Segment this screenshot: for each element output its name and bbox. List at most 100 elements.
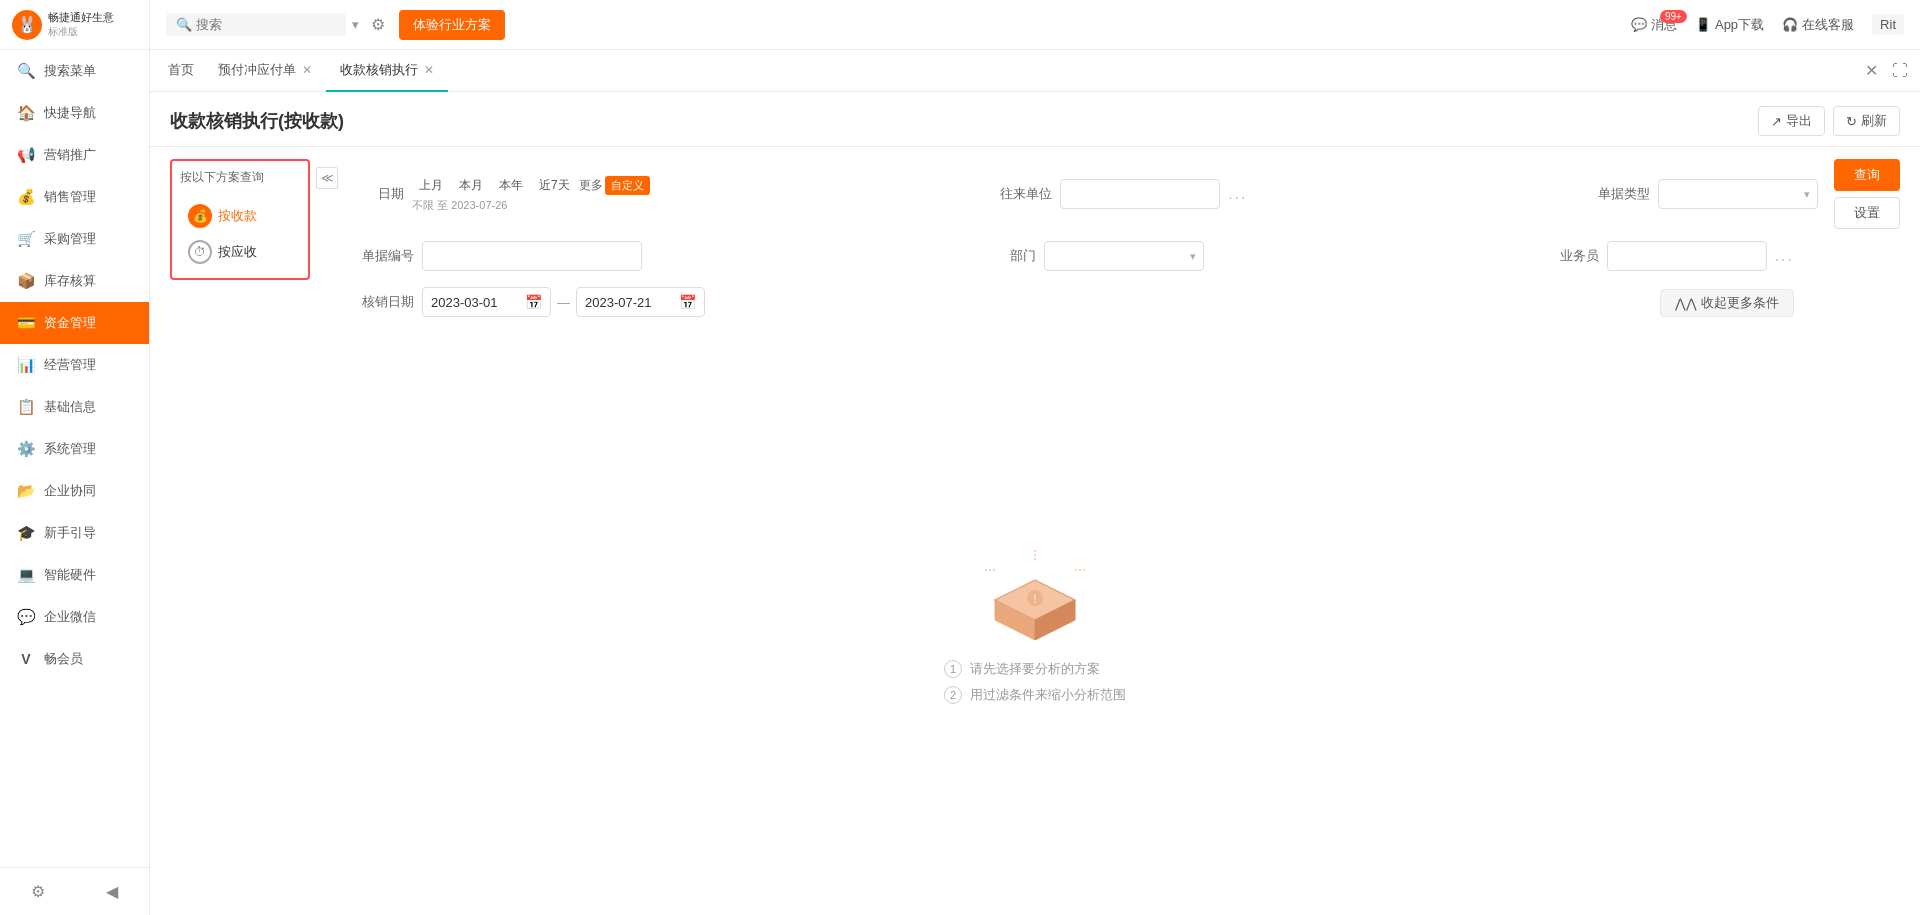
date-tab-custom[interactable]: 自定义 [605,176,650,195]
date-tab-more[interactable]: 更多 [579,177,603,194]
sidebar-item-enterprise[interactable]: 📂 企业协同 [0,470,149,512]
export-button[interactable]: ↗ 导出 [1758,106,1825,136]
date-label: 日期 [354,185,404,203]
dept-label: 部门 [986,247,1036,265]
app-download-button[interactable]: 📱 App下载 [1695,16,1764,34]
sidebar-item-fund[interactable]: 💳 资金管理 [0,302,149,344]
tab-home-label: 首页 [168,61,194,79]
date-tab-this-month[interactable]: 本月 [452,175,490,196]
tab-close-window-btn[interactable]: ✕ [1861,57,1882,84]
dept-select-wrapper [1044,241,1204,271]
empty-tip-1: 1 请先选择要分析的方案 [944,656,1126,682]
dept-select[interactable] [1044,241,1204,271]
filter-by-receivable[interactable]: ⏱ 按应收 [180,234,300,270]
date-no-limit: 不限 [412,199,434,211]
doc-type-select-wrapper [1658,179,1818,209]
message-icon: 💬 [1631,17,1647,32]
sidebar-item-quick-nav[interactable]: 🏠 快捷导航 [0,92,149,134]
writeoff-date-start-box[interactable]: 📅 [422,287,551,317]
calendar-start-icon[interactable]: 📅 [525,294,542,310]
tip-text-1: 请先选择要分析的方案 [970,656,1100,682]
setting-button[interactable]: 设置 [1834,197,1900,229]
sidebar-item-label: 快捷导航 [44,104,96,122]
filter-panel-title: 按以下方案查询 [180,169,300,190]
staff-field: 业务员 ... [1549,241,1794,271]
tab-writeoff-close-icon[interactable]: ✕ [424,63,434,77]
date-tab-last-month[interactable]: 上月 [412,175,450,196]
doc-number-input[interactable] [422,241,642,271]
tab-prepay[interactable]: 预付冲应付单 ✕ [204,50,326,92]
counterpart-input[interactable] [1060,179,1220,209]
home-icon: 🏠 [16,104,36,122]
header-gear-icon[interactable]: ⚙ [371,15,385,34]
header-search-input[interactable] [196,17,326,32]
industry-solution-button[interactable]: 体验行业方案 [399,10,505,40]
sidebar-item-inventory[interactable]: 📦 库存核算 [0,260,149,302]
logo-sub: 标准版 [48,25,114,39]
writeoff-date-end-input[interactable] [585,295,675,310]
settings-bottom-btn[interactable]: ⚙ [25,876,51,907]
filter-row-2: 单据编号 部门 业务员 [354,241,1900,271]
collapse-filter-btn[interactable]: ≪ [316,167,338,189]
date-tab-7days[interactable]: 近7天 [532,175,577,196]
more-conditions-button[interactable]: ⋀⋀ 收起更多条件 [1660,289,1794,317]
date-tab-this-year[interactable]: 本年 [492,175,530,196]
sidebar-item-label: 搜索菜单 [44,62,96,80]
dept-field: 部门 [986,241,1204,271]
staff-input[interactable] [1607,241,1767,271]
sidebar-item-sales[interactable]: 💰 销售管理 [0,176,149,218]
filter-by-receipt[interactable]: 💰 按收款 [180,198,300,234]
user-label: Rit [1880,17,1896,32]
sidebar-item-vip[interactable]: V 畅会员 [0,638,149,680]
online-service-button[interactable]: 🎧 在线客服 [1782,16,1854,34]
doc-type-field: 单据类型 [1590,179,1818,209]
sidebar-item-search[interactable]: 🔍 搜索菜单 [0,50,149,92]
header-chevron-icon[interactable]: ▾ [352,17,359,32]
sidebar-item-marketing[interactable]: 📢 营销推广 [0,134,149,176]
sidebar-item-basic-info[interactable]: 📋 基础信息 [0,386,149,428]
sidebar-item-hardware[interactable]: 💻 智能硬件 [0,554,149,596]
more-conditions-label: 收起更多条件 [1701,294,1779,312]
header-search-box[interactable]: 🔍 [166,13,346,36]
tab-home[interactable]: 首页 [158,50,204,92]
tab-maximize-btn[interactable]: ⛶ [1888,58,1912,84]
page-actions: ↗ 导出 ↻ 刷新 [1758,106,1900,136]
sidebar-item-label: 畅会员 [44,650,83,668]
sidebar-item-label: 智能硬件 [44,566,96,584]
page-title: 收款核销执行(按收款) [170,109,344,133]
sidebar-item-label: 库存核算 [44,272,96,290]
date-sub-text: 不限 至 2023-07-26 [412,198,650,213]
collapse-icon: ⋀⋀ [1675,296,1697,311]
more-conditions-area: ⋀⋀ 收起更多条件 [1266,283,1795,321]
writeoff-date-end-box[interactable]: 📅 [576,287,705,317]
system-icon: ⚙️ [16,440,36,458]
collapse-sidebar-btn[interactable]: ◀ [100,876,124,907]
sidebar-item-wechat[interactable]: 💬 企业微信 [0,596,149,638]
writeoff-date-range: 📅 — 📅 [422,287,705,317]
refresh-button[interactable]: ↻ 刷新 [1833,106,1900,136]
sidebar-item-purchase[interactable]: 🛒 采购管理 [0,218,149,260]
doc-type-select[interactable] [1658,179,1818,209]
sidebar-item-operation[interactable]: 📊 经营管理 [0,344,149,386]
sidebar-item-label: 销售管理 [44,188,96,206]
counterpart-dots[interactable]: ... [1228,185,1247,203]
page-content: 收款核销执行(按收款) ↗ 导出 ↻ 刷新 按以下方案查询 💰 [150,92,1920,915]
staff-dots[interactable]: ... [1775,247,1794,265]
tab-prepay-close-icon[interactable]: ✕ [302,63,312,77]
enterprise-icon: 📂 [16,482,36,500]
writeoff-date-start-input[interactable] [431,295,521,310]
calendar-end-icon[interactable]: 📅 [679,294,696,310]
filter-panel: 按以下方案查询 💰 按收款 ⏱ 按应收 [170,159,310,280]
sidebar-item-guide[interactable]: 🎓 新手引导 [0,512,149,554]
sidebar: 🐰 畅捷通好生意 标准版 🔍 搜索菜单 🏠 快捷导航 📢 营销推广 💰 销售管理… [0,0,150,915]
user-account-button[interactable]: Rit [1872,14,1904,35]
logo-icon: 🐰 [12,10,42,40]
message-button[interactable]: 💬 消息 99+ [1631,16,1677,34]
sidebar-item-system[interactable]: ⚙️ 系统管理 [0,428,149,470]
svg-text:!: ! [1034,594,1037,605]
tab-prepay-label: 预付冲应付单 [218,61,296,79]
empty-tips: 1 请先选择要分析的方案 2 用过滤条件来缩小分析范围 [944,656,1126,708]
inventory-icon: 📦 [16,272,36,290]
query-button[interactable]: 查询 [1834,159,1900,191]
tab-writeoff[interactable]: 收款核销执行 ✕ [326,50,448,92]
